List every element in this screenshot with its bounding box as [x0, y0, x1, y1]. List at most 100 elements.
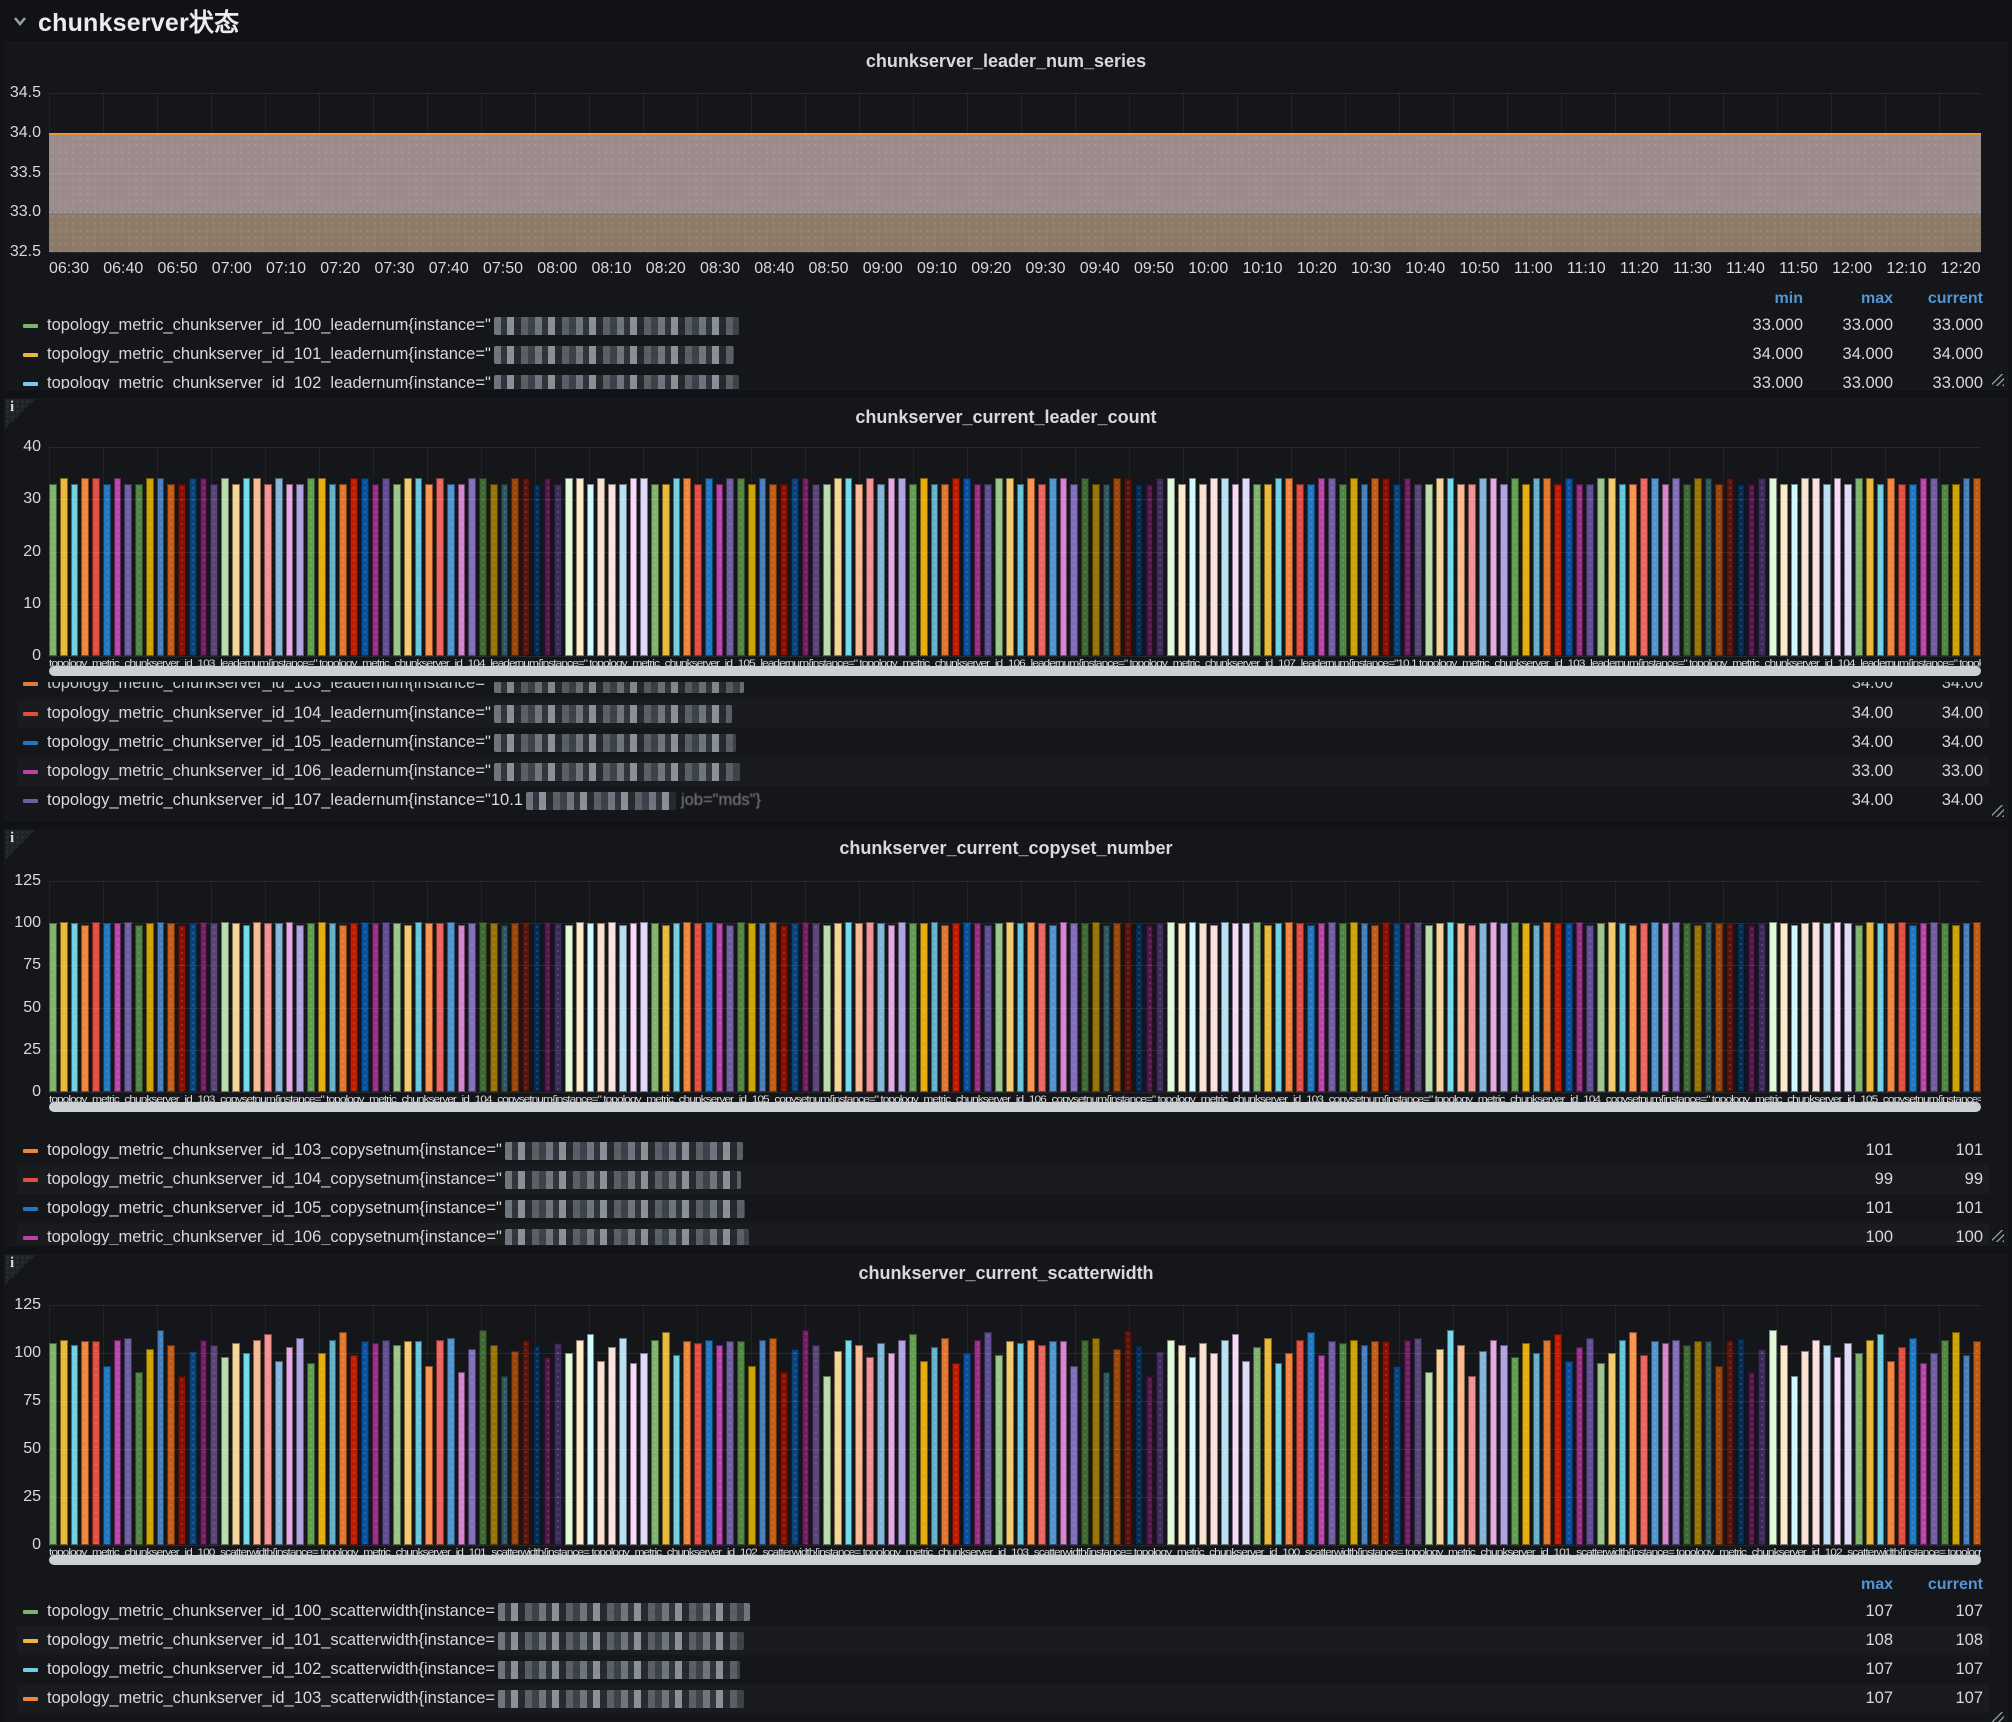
panel-title[interactable]: chunkserver_current_leader_count: [5, 407, 2007, 428]
x-axis-tick: 07:00: [211, 260, 252, 277]
series-color-swatch[interactable]: [23, 1609, 38, 1614]
bar: [575, 478, 584, 656]
bar: [1220, 478, 1229, 656]
legend-item[interactable]: topology_metric_chunkserver_id_107_leade…: [17, 786, 1989, 815]
y-axis-tick: 75: [23, 956, 41, 974]
panel-resize-handle[interactable]: [1992, 374, 2004, 386]
bar: [371, 1343, 380, 1545]
bar: [683, 1341, 691, 1545]
bar: [522, 1339, 530, 1545]
legend-item[interactable]: topology_metric_chunkserver_id_105_leade…: [17, 728, 1989, 757]
legend-item[interactable]: topology_metric_chunkserver_id_104_copys…: [17, 1165, 1989, 1194]
series-color-swatch[interactable]: [23, 798, 38, 803]
series-color-swatch[interactable]: [23, 769, 38, 774]
legend-scrollbar[interactable]: [49, 1102, 1981, 1112]
series-color-swatch[interactable]: [23, 740, 38, 745]
panel-resize-handle[interactable]: [1992, 805, 2004, 817]
legend-item[interactable]: topology_metric_chunkserver_id_101_scatt…: [17, 1626, 1989, 1655]
panel-resize-handle[interactable]: [1992, 1230, 2004, 1242]
bar: [1188, 1356, 1197, 1545]
legend-value: 99: [1874, 1170, 1893, 1188]
legend-scrollbar[interactable]: [49, 666, 1981, 676]
bar: [274, 478, 283, 656]
legend-item[interactable]: topology_metric_chunkserver_id_101_leade…: [17, 340, 1989, 369]
legend-col-current[interactable]: current: [1893, 290, 1983, 308]
series-color-swatch[interactable]: [23, 1206, 38, 1211]
bar: [1704, 478, 1713, 656]
legend-col-max[interactable]: max: [1803, 290, 1893, 308]
bar: [919, 478, 928, 656]
series-color-swatch[interactable]: [23, 711, 38, 716]
series-color-swatch[interactable]: [23, 352, 38, 357]
gridline: [49, 172, 1981, 174]
bar: [393, 1345, 401, 1545]
series-color-swatch[interactable]: [23, 1667, 38, 1672]
legend-value: 99: [1964, 1170, 1983, 1188]
legend-item[interactable]: topology_metric_chunkserver_id_104_leade…: [17, 699, 1989, 728]
x-axis-tick: 06:30: [49, 260, 90, 277]
bar: [1371, 1341, 1379, 1545]
section-row-chunkserver[interactable]: chunkserver状态: [0, 0, 2012, 42]
bar: [844, 478, 853, 656]
legend-item[interactable]: topology_metric_chunkserver_id_103_scatt…: [17, 1684, 1989, 1713]
legend-item[interactable]: topology_metric_chunkserver_id_100_leade…: [17, 311, 1989, 340]
legend-col-current[interactable]: current: [1893, 1576, 1983, 1594]
legend-item[interactable]: topology_metric_chunkserver_id_105_copys…: [17, 1194, 1989, 1223]
bar: [178, 483, 186, 656]
bar: [801, 478, 810, 656]
panel-resize-handle[interactable]: [1992, 1712, 2004, 1722]
bar: [479, 1329, 487, 1545]
panel-title[interactable]: chunkserver_leader_num_series: [5, 51, 2007, 72]
bar: [1296, 1339, 1304, 1545]
legend-value: 101: [1955, 1141, 1983, 1159]
bar: [468, 1349, 476, 1545]
legend-item[interactable]: topology_metric_chunkserver_id_102_scatt…: [17, 1655, 1989, 1684]
bar: [1005, 1341, 1014, 1545]
bar: [1629, 1331, 1637, 1545]
bar: [1683, 1345, 1691, 1545]
series-color-swatch[interactable]: [23, 1177, 38, 1182]
series-label: topology_metric_chunkserver_id_101_scatt…: [47, 1631, 496, 1649]
series-color-swatch[interactable]: [23, 682, 38, 686]
legend-item[interactable]: topology_metric_chunkserver_id_103_leade…: [17, 682, 1989, 698]
bar: [1554, 1333, 1562, 1545]
series-color-swatch[interactable]: [23, 1638, 38, 1643]
legend-item[interactable]: topology_metric_chunkserver_id_102_leade…: [17, 369, 1989, 389]
legend-col-max[interactable]: max: [1803, 1576, 1893, 1594]
bar: [1468, 483, 1476, 656]
legend-col-min[interactable]: min: [1713, 290, 1803, 308]
y-axis-tick: 0: [32, 1536, 41, 1553]
gridline: [49, 447, 1981, 448]
bar: [145, 478, 154, 656]
series-color-swatch[interactable]: [23, 1235, 38, 1240]
legend-item[interactable]: topology_metric_chunkserver_id_106_copys…: [17, 1223, 1989, 1245]
legend-item[interactable]: topology_metric_chunkserver_id_106_leade…: [17, 757, 1989, 786]
bar: [339, 1331, 347, 1545]
bar: [489, 1345, 498, 1545]
legend-value: 107: [1955, 1602, 1983, 1620]
series-label-suffix: job="mds"}: [680, 791, 762, 809]
series-color-swatch[interactable]: [23, 381, 38, 386]
legend-value: 34.000: [1842, 345, 1893, 363]
series-color-swatch[interactable]: [23, 1696, 38, 1701]
bar: [1414, 1337, 1422, 1545]
series-color-swatch[interactable]: [23, 1148, 38, 1153]
bar: [1263, 483, 1272, 656]
bar: [704, 478, 713, 656]
legend-item[interactable]: topology_metric_chunkserver_id_103_copys…: [17, 1136, 1989, 1165]
bar: [1511, 478, 1519, 656]
panel-title[interactable]: chunkserver_current_scatterwidth: [5, 1263, 2007, 1284]
legend-item[interactable]: topology_metric_chunkserver_id_100_scatt…: [17, 1597, 1989, 1626]
legend-value: 33.000: [1752, 316, 1803, 334]
gridline: [49, 252, 1981, 253]
bar: [1833, 478, 1842, 656]
bar: [855, 1345, 863, 1545]
legend-scrollbar[interactable]: [49, 1555, 1981, 1565]
series-color-swatch[interactable]: [23, 323, 38, 328]
bar: [1027, 1339, 1035, 1545]
bar: [1360, 483, 1369, 656]
panel-title[interactable]: chunkserver_current_copyset_number: [5, 838, 2007, 859]
bar: [199, 1339, 208, 1545]
legend-value: 34.00: [1851, 682, 1893, 692]
y-axis-tick: 125: [14, 1296, 41, 1313]
